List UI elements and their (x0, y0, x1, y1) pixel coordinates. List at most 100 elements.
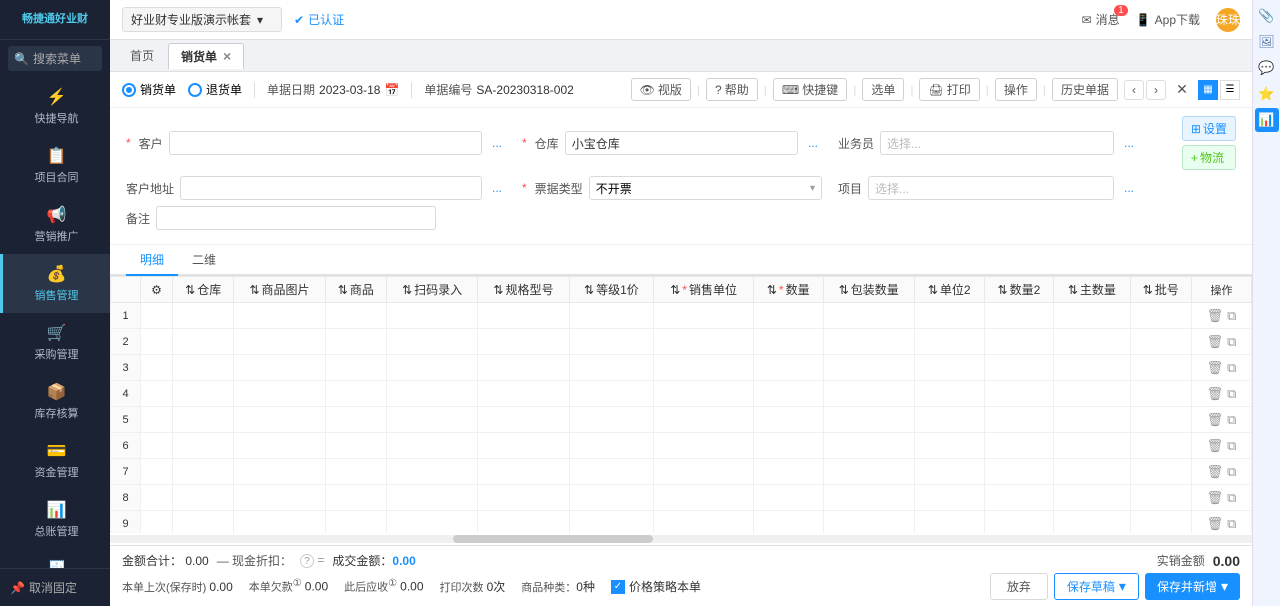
row-2-copy-icon[interactable]: ⧉ (1227, 334, 1236, 350)
calendar-icon[interactable]: 📅 (384, 83, 399, 97)
row-5-copy-icon[interactable]: ⧉ (1227, 412, 1236, 428)
row-9-copy-icon[interactable]: ⧉ (1227, 516, 1236, 532)
row-1-sales-unit[interactable] (654, 303, 754, 329)
row-3-copy-icon[interactable]: ⧉ (1227, 360, 1236, 376)
app-download-action[interactable]: 📱 App下载 (1136, 11, 1200, 28)
price-strategy-checkbox[interactable]: ✓ 价格策略本单 (611, 578, 701, 595)
horizontal-scrollbar[interactable] (110, 535, 1252, 543)
row-2-pack-qty[interactable] (823, 329, 914, 355)
scrollbar-thumb[interactable] (453, 535, 653, 543)
customer-input[interactable] (169, 131, 482, 155)
right-icon-2[interactable]: 🖼 (1255, 30, 1279, 54)
row-2-delete-icon[interactable]: 🗑 (1207, 334, 1224, 350)
unpin-button[interactable]: 📌 取消固定 (6, 575, 104, 600)
user-avatar-area[interactable]: 珠珠 (1216, 8, 1240, 32)
search-menu-button[interactable]: 🔍 搜索菜单 (8, 46, 102, 71)
warehouse-input[interactable]: 小宝仓库 (565, 131, 798, 155)
row-6-delete-icon[interactable]: 🗑 (1207, 438, 1224, 454)
row-1-grade-price[interactable] (569, 303, 654, 329)
sales-order-radio[interactable]: 销货单 (122, 81, 176, 98)
salesperson-more-btn[interactable]: ... (1120, 134, 1138, 152)
row-9-delete-icon[interactable]: 🗑 (1207, 516, 1224, 532)
sidebar-item-inventory[interactable]: 📦 库存核算 (0, 372, 110, 431)
right-icon-3[interactable]: 💬 (1255, 56, 1279, 80)
row-2-main-qty[interactable] (1054, 329, 1130, 355)
right-icon-4[interactable]: ⭐ (1255, 82, 1279, 106)
company-selector[interactable]: 好业财专业版演示帐套 ▾ (122, 7, 282, 32)
row-8-copy-icon[interactable]: ⧉ (1227, 490, 1236, 506)
sidebar-item-funds-mgmt[interactable]: 💳 资金管理 (0, 431, 110, 490)
row-2-product[interactable] (325, 329, 386, 355)
th-settings[interactable]: ⚙ (141, 277, 173, 303)
help-btn[interactable]: ? 帮助 (706, 78, 758, 101)
right-icon-5[interactable]: 📊 (1255, 108, 1279, 132)
row-2-warehouse[interactable] (173, 329, 234, 355)
sidebar-item-invoice-mgmt[interactable]: 🧾 发票管理 (0, 549, 110, 568)
row-2-unit2[interactable] (914, 329, 984, 355)
row-5-delete-icon[interactable]: 🗑 (1207, 412, 1224, 428)
row-1-pack-qty[interactable] (823, 303, 914, 329)
row-1-warehouse[interactable] (173, 303, 234, 329)
save-draft-button[interactable]: 保存草稿 ▾ (1054, 573, 1139, 600)
row-2-batch[interactable] (1130, 329, 1191, 355)
salesperson-input[interactable]: 选择... (880, 131, 1114, 155)
th-grade1-price[interactable]: ⇅等级1价 (569, 277, 654, 303)
th-warehouse[interactable]: ⇅仓库 (173, 277, 234, 303)
row-6-copy-icon[interactable]: ⧉ (1227, 438, 1236, 454)
th-quantity[interactable]: ⇅*数量 (753, 277, 823, 303)
row-7-copy-icon[interactable]: ⧉ (1227, 464, 1236, 480)
project-more-btn[interactable]: ... (1120, 179, 1138, 197)
right-icon-1[interactable]: 📎 (1255, 4, 1279, 28)
row-1-delete-icon[interactable]: 🗑 (1207, 308, 1224, 324)
row-1-batch[interactable] (1130, 303, 1191, 329)
messages-action[interactable]: ✉ 1 消息 (1082, 11, 1120, 28)
set-button[interactable]: ⊞ 设置 (1182, 116, 1236, 141)
row-2-grade-price[interactable] (569, 329, 654, 355)
save-new-button[interactable]: 保存并新增 ▾ (1145, 573, 1240, 600)
th-product[interactable]: ⇅商品 (325, 277, 386, 303)
sidebar-item-project-contract[interactable]: 📋 项目合同 (0, 136, 110, 195)
th-main-quantity[interactable]: ⇅主数量 (1054, 277, 1130, 303)
prev-arrow[interactable]: ‹ (1124, 80, 1144, 100)
th-spec-model[interactable]: ⇅规格型号 (478, 277, 569, 303)
row-2-qty2[interactable] (984, 329, 1054, 355)
return-order-radio[interactable]: 退货单 (188, 81, 242, 98)
tab-home[interactable]: 首页 (118, 43, 166, 69)
discard-button[interactable]: 放弃 (990, 573, 1048, 600)
row-1-quantity[interactable] (753, 303, 823, 329)
row-7-delete-icon[interactable]: 🗑 (1207, 464, 1224, 480)
row-1-copy-icon[interactable]: ⧉ (1227, 308, 1236, 324)
list-view-btn[interactable]: ☰ (1220, 80, 1240, 100)
add-logistics-button[interactable]: + 物流 (1182, 145, 1236, 170)
sidebar-item-quick-nav[interactable]: ⚡ 快捷导航 (0, 77, 110, 136)
row-2-spec[interactable] (478, 329, 569, 355)
th-barcode-entry[interactable]: ⇅扫码录入 (386, 277, 477, 303)
row-1-qty2[interactable] (984, 303, 1054, 329)
th-pack-quantity[interactable]: ⇅包装数量 (823, 277, 914, 303)
address-input[interactable] (180, 176, 482, 200)
tab-close-icon[interactable]: × (223, 49, 231, 63)
row-2-barcode[interactable] (386, 329, 477, 355)
shortcut-btn[interactable]: ⌨ 快捷键 (773, 78, 847, 101)
row-1-unit2[interactable] (914, 303, 984, 329)
history-btn[interactable]: 历史单据 (1052, 78, 1118, 101)
th-batch[interactable]: ⇅批号 (1130, 277, 1191, 303)
question-icon[interactable]: ? (300, 554, 314, 568)
tab-mingxi[interactable]: 明细 (126, 245, 178, 276)
customer-more-btn[interactable]: ... (488, 134, 506, 152)
row-1-product-image[interactable] (234, 303, 325, 329)
select-btn[interactable]: 选单 (862, 78, 904, 101)
project-input[interactable]: 选择... (868, 176, 1114, 200)
sidebar-item-marketing[interactable]: 📢 营销推广 (0, 195, 110, 254)
view-btn[interactable]: 👁 视版 (631, 78, 691, 101)
th-sales-unit[interactable]: ⇅*销售单位 (654, 277, 754, 303)
sidebar-item-accounting[interactable]: 📊 总账管理 (0, 490, 110, 549)
remark-input[interactable] (156, 206, 436, 230)
th-quantity2[interactable]: ⇅数量2 (984, 277, 1054, 303)
row-4-copy-icon[interactable]: ⧉ (1227, 386, 1236, 402)
print-btn[interactable]: 🖨 打印 (919, 78, 979, 101)
row-4-delete-icon[interactable]: 🗑 (1207, 386, 1224, 402)
form-close-button[interactable]: ✕ (1172, 80, 1192, 100)
sidebar-item-purchase-mgmt[interactable]: 🛒 采购管理 (0, 313, 110, 372)
tab-erwei[interactable]: 二维 (178, 245, 230, 276)
